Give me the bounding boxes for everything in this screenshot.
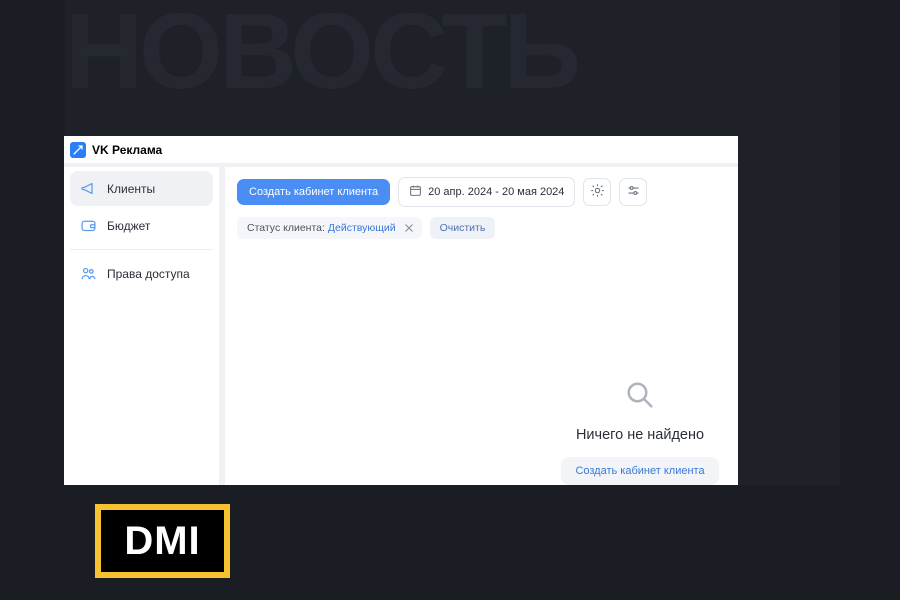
dmi-logo: DMI (95, 504, 230, 578)
chip-value: Действующий (328, 222, 396, 234)
app-header: VK Реклама (64, 136, 738, 163)
sidebar-item-clients[interactable]: Клиенты (70, 171, 213, 206)
sidebar-item-access[interactable]: Права доступа (70, 256, 213, 291)
filter-button[interactable] (619, 178, 647, 206)
sidebar-item-label: Бюджет (107, 219, 150, 233)
chip-remove-button[interactable] (402, 221, 416, 235)
create-client-button[interactable]: Создать кабинет клиента (237, 179, 390, 205)
users-icon (80, 265, 97, 282)
empty-create-button[interactable]: Создать кабинет клиента (561, 457, 718, 485)
filter-chip-status: Статус клиента: Действующий (237, 217, 422, 239)
gear-icon (590, 183, 605, 201)
settings-button[interactable] (583, 178, 611, 206)
filter-row: Статус клиента: Действующий Очистить (237, 217, 726, 239)
chip-prefix: Статус клиента: (247, 222, 325, 234)
sidebar-item-label: Права доступа (107, 267, 190, 281)
calendar-icon (409, 184, 422, 200)
megaphone-icon (80, 180, 97, 197)
bg-heading: НОВОСТЬ (65, 0, 577, 113)
sidebar: Клиенты Бюджет (64, 167, 219, 485)
app-title: VK Реклама (92, 143, 162, 157)
empty-title: Ничего не найдено (576, 427, 704, 443)
wallet-icon (80, 217, 97, 234)
search-icon (625, 380, 655, 415)
sidebar-item-budget[interactable]: Бюджет (70, 208, 213, 243)
sliders-icon (626, 183, 641, 201)
clear-filters-button[interactable]: Очистить (430, 217, 496, 239)
vk-logo-icon (70, 142, 86, 158)
date-range-text: 20 апр. 2024 - 20 мая 2024 (428, 186, 564, 198)
sidebar-divider (70, 249, 213, 250)
empty-state: Ничего не найдено Создать кабинет клиент… (530, 380, 750, 485)
dmi-logo-text: DMI (124, 519, 200, 564)
sidebar-item-label: Клиенты (107, 182, 155, 196)
toolbar: Создать кабинет клиента 20 апр. 2024 - 2… (237, 177, 726, 207)
date-range-picker[interactable]: 20 апр. 2024 - 20 мая 2024 (398, 177, 575, 207)
close-icon (402, 221, 416, 235)
